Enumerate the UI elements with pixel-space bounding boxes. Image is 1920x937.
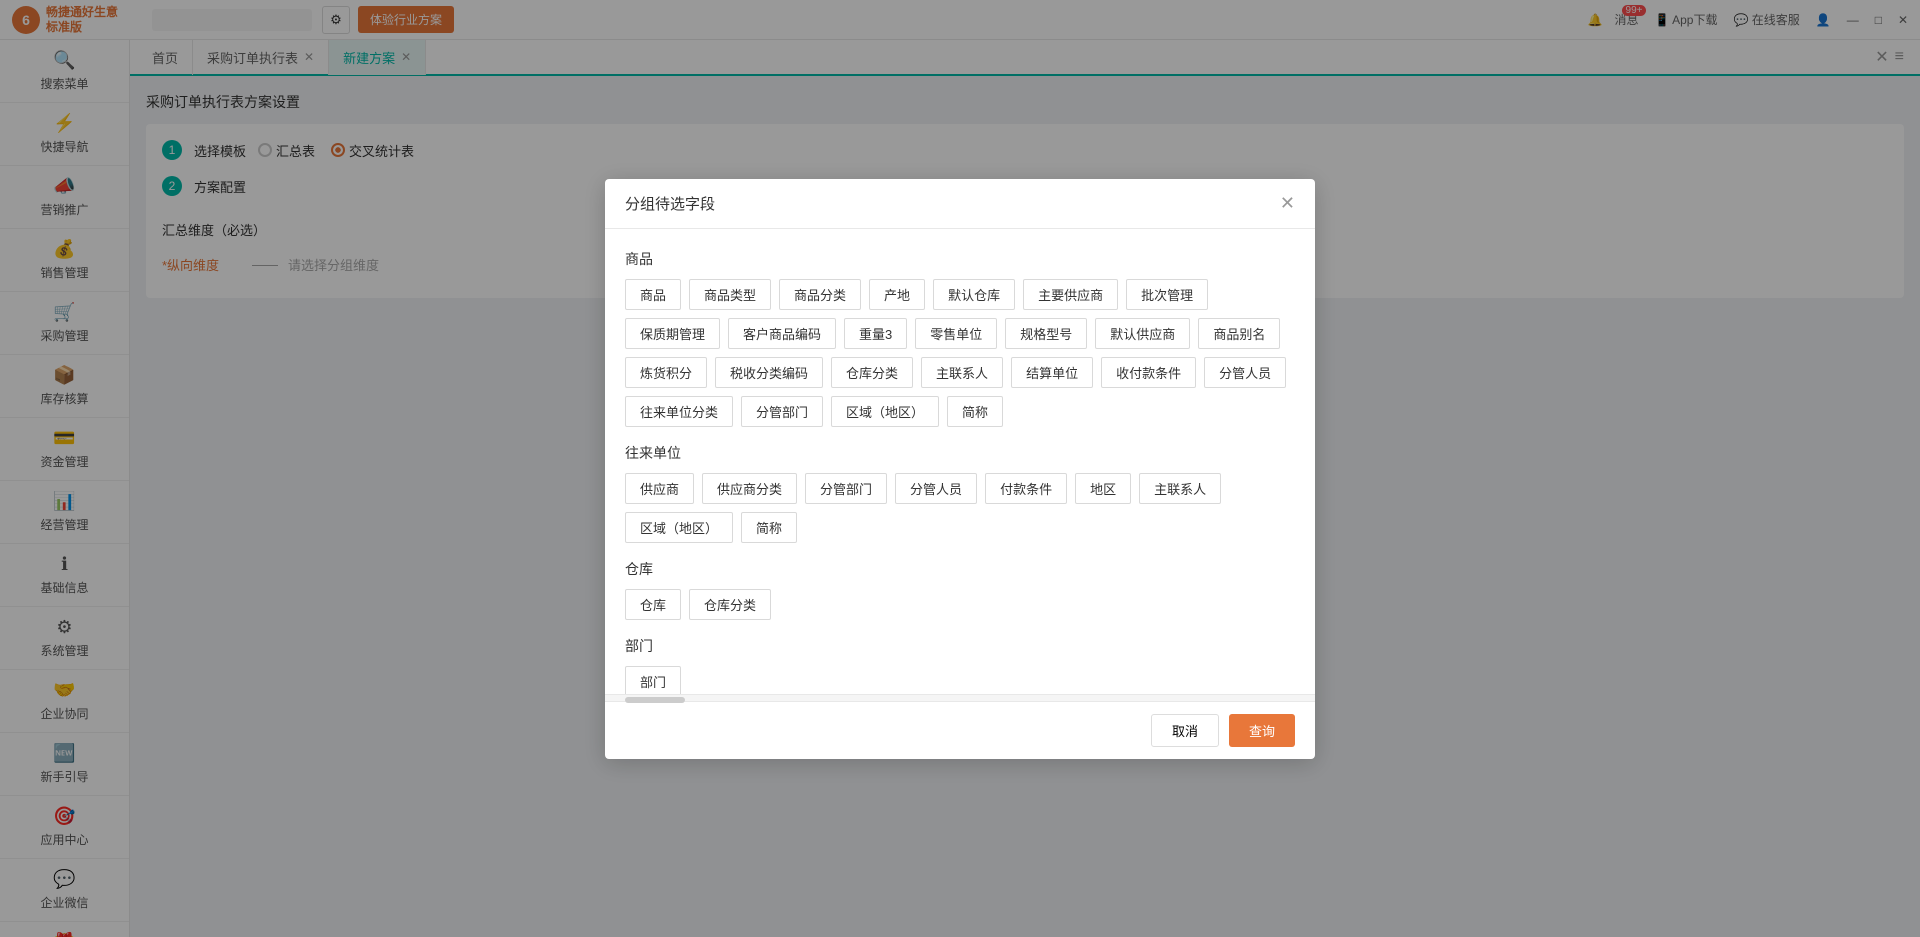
field-tag[interactable]: 主要供应商: [1023, 279, 1118, 310]
field-tags-warehouse: 仓库 仓库分类: [625, 589, 1295, 620]
field-tag[interactable]: 产地: [869, 279, 925, 310]
modal-close-button[interactable]: ✕: [1280, 193, 1295, 214]
field-tag[interactable]: 商品类型: [689, 279, 771, 310]
field-tag[interactable]: 分管人员: [1204, 357, 1286, 388]
field-tag[interactable]: 炼货积分: [625, 357, 707, 388]
field-tag[interactable]: 税收分类编码: [715, 357, 823, 388]
field-tag[interactable]: 批次管理: [1126, 279, 1208, 310]
field-tag[interactable]: 保质期管理: [625, 318, 720, 349]
section-title-dept: 部门: [625, 636, 1295, 656]
field-tag[interactable]: 部门: [625, 666, 681, 694]
modal-footer: 取消 查询: [605, 701, 1315, 759]
field-tag[interactable]: 默认仓库: [933, 279, 1015, 310]
field-tag[interactable]: 默认供应商: [1095, 318, 1190, 349]
field-tag[interactable]: 区域（地区）: [625, 512, 733, 543]
confirm-button[interactable]: 查询: [1229, 714, 1295, 747]
field-tag[interactable]: 商品分类: [779, 279, 861, 310]
field-tag[interactable]: 仓库分类: [689, 589, 771, 620]
modal-hscroll[interactable]: [605, 694, 1315, 701]
field-tag[interactable]: 供应商分类: [702, 473, 797, 504]
field-tag[interactable]: 分管部门: [805, 473, 887, 504]
field-tag[interactable]: 商品: [625, 279, 681, 310]
field-tag[interactable]: 分管人员: [895, 473, 977, 504]
field-tag[interactable]: 客户商品编码: [728, 318, 836, 349]
field-tag[interactable]: 规格型号: [1005, 318, 1087, 349]
modal-title: 分组待选字段: [625, 193, 715, 214]
section-title-partner: 往来单位: [625, 443, 1295, 463]
field-tag[interactable]: 结算单位: [1011, 357, 1093, 388]
field-tag[interactable]: 付款条件: [985, 473, 1067, 504]
field-tag[interactable]: 零售单位: [915, 318, 997, 349]
field-tag[interactable]: 主联系人: [1139, 473, 1221, 504]
field-tag[interactable]: 收付款条件: [1101, 357, 1196, 388]
section-title-goods: 商品: [625, 249, 1295, 269]
field-tags-partner: 供应商 供应商分类 分管部门 分管人员 付款条件 地区 主联系人 区域（地区） …: [625, 473, 1295, 543]
modal-hscroll-thumb: [625, 697, 685, 703]
field-tag[interactable]: 区域（地区）: [831, 396, 939, 427]
field-tags-dept: 部门: [625, 666, 1295, 694]
field-select-modal: 分组待选字段 ✕ 商品 商品 商品类型 商品分类 产地 默认仓库 主要供应商 批…: [605, 179, 1315, 759]
field-tag[interactable]: 供应商: [625, 473, 694, 504]
field-tag[interactable]: 商品别名: [1198, 318, 1280, 349]
field-tag[interactable]: 地区: [1075, 473, 1131, 504]
modal-header: 分组待选字段 ✕: [605, 179, 1315, 229]
section-title-warehouse: 仓库: [625, 559, 1295, 579]
field-tag[interactable]: 往来单位分类: [625, 396, 733, 427]
field-tag[interactable]: 仓库: [625, 589, 681, 620]
modal-overlay: 分组待选字段 ✕ 商品 商品 商品类型 商品分类 产地 默认仓库 主要供应商 批…: [0, 0, 1920, 937]
cancel-button[interactable]: 取消: [1151, 714, 1219, 747]
field-tag[interactable]: 简称: [741, 512, 797, 543]
field-tag[interactable]: 仓库分类: [831, 357, 913, 388]
field-tag[interactable]: 分管部门: [741, 396, 823, 427]
modal-body[interactable]: 商品 商品 商品类型 商品分类 产地 默认仓库 主要供应商 批次管理 保质期管理…: [605, 229, 1315, 694]
field-tags-goods: 商品 商品类型 商品分类 产地 默认仓库 主要供应商 批次管理 保质期管理 客户…: [625, 279, 1295, 427]
field-tag[interactable]: 重量3: [844, 318, 907, 349]
field-tag[interactable]: 主联系人: [921, 357, 1003, 388]
field-tag[interactable]: 简称: [947, 396, 1003, 427]
